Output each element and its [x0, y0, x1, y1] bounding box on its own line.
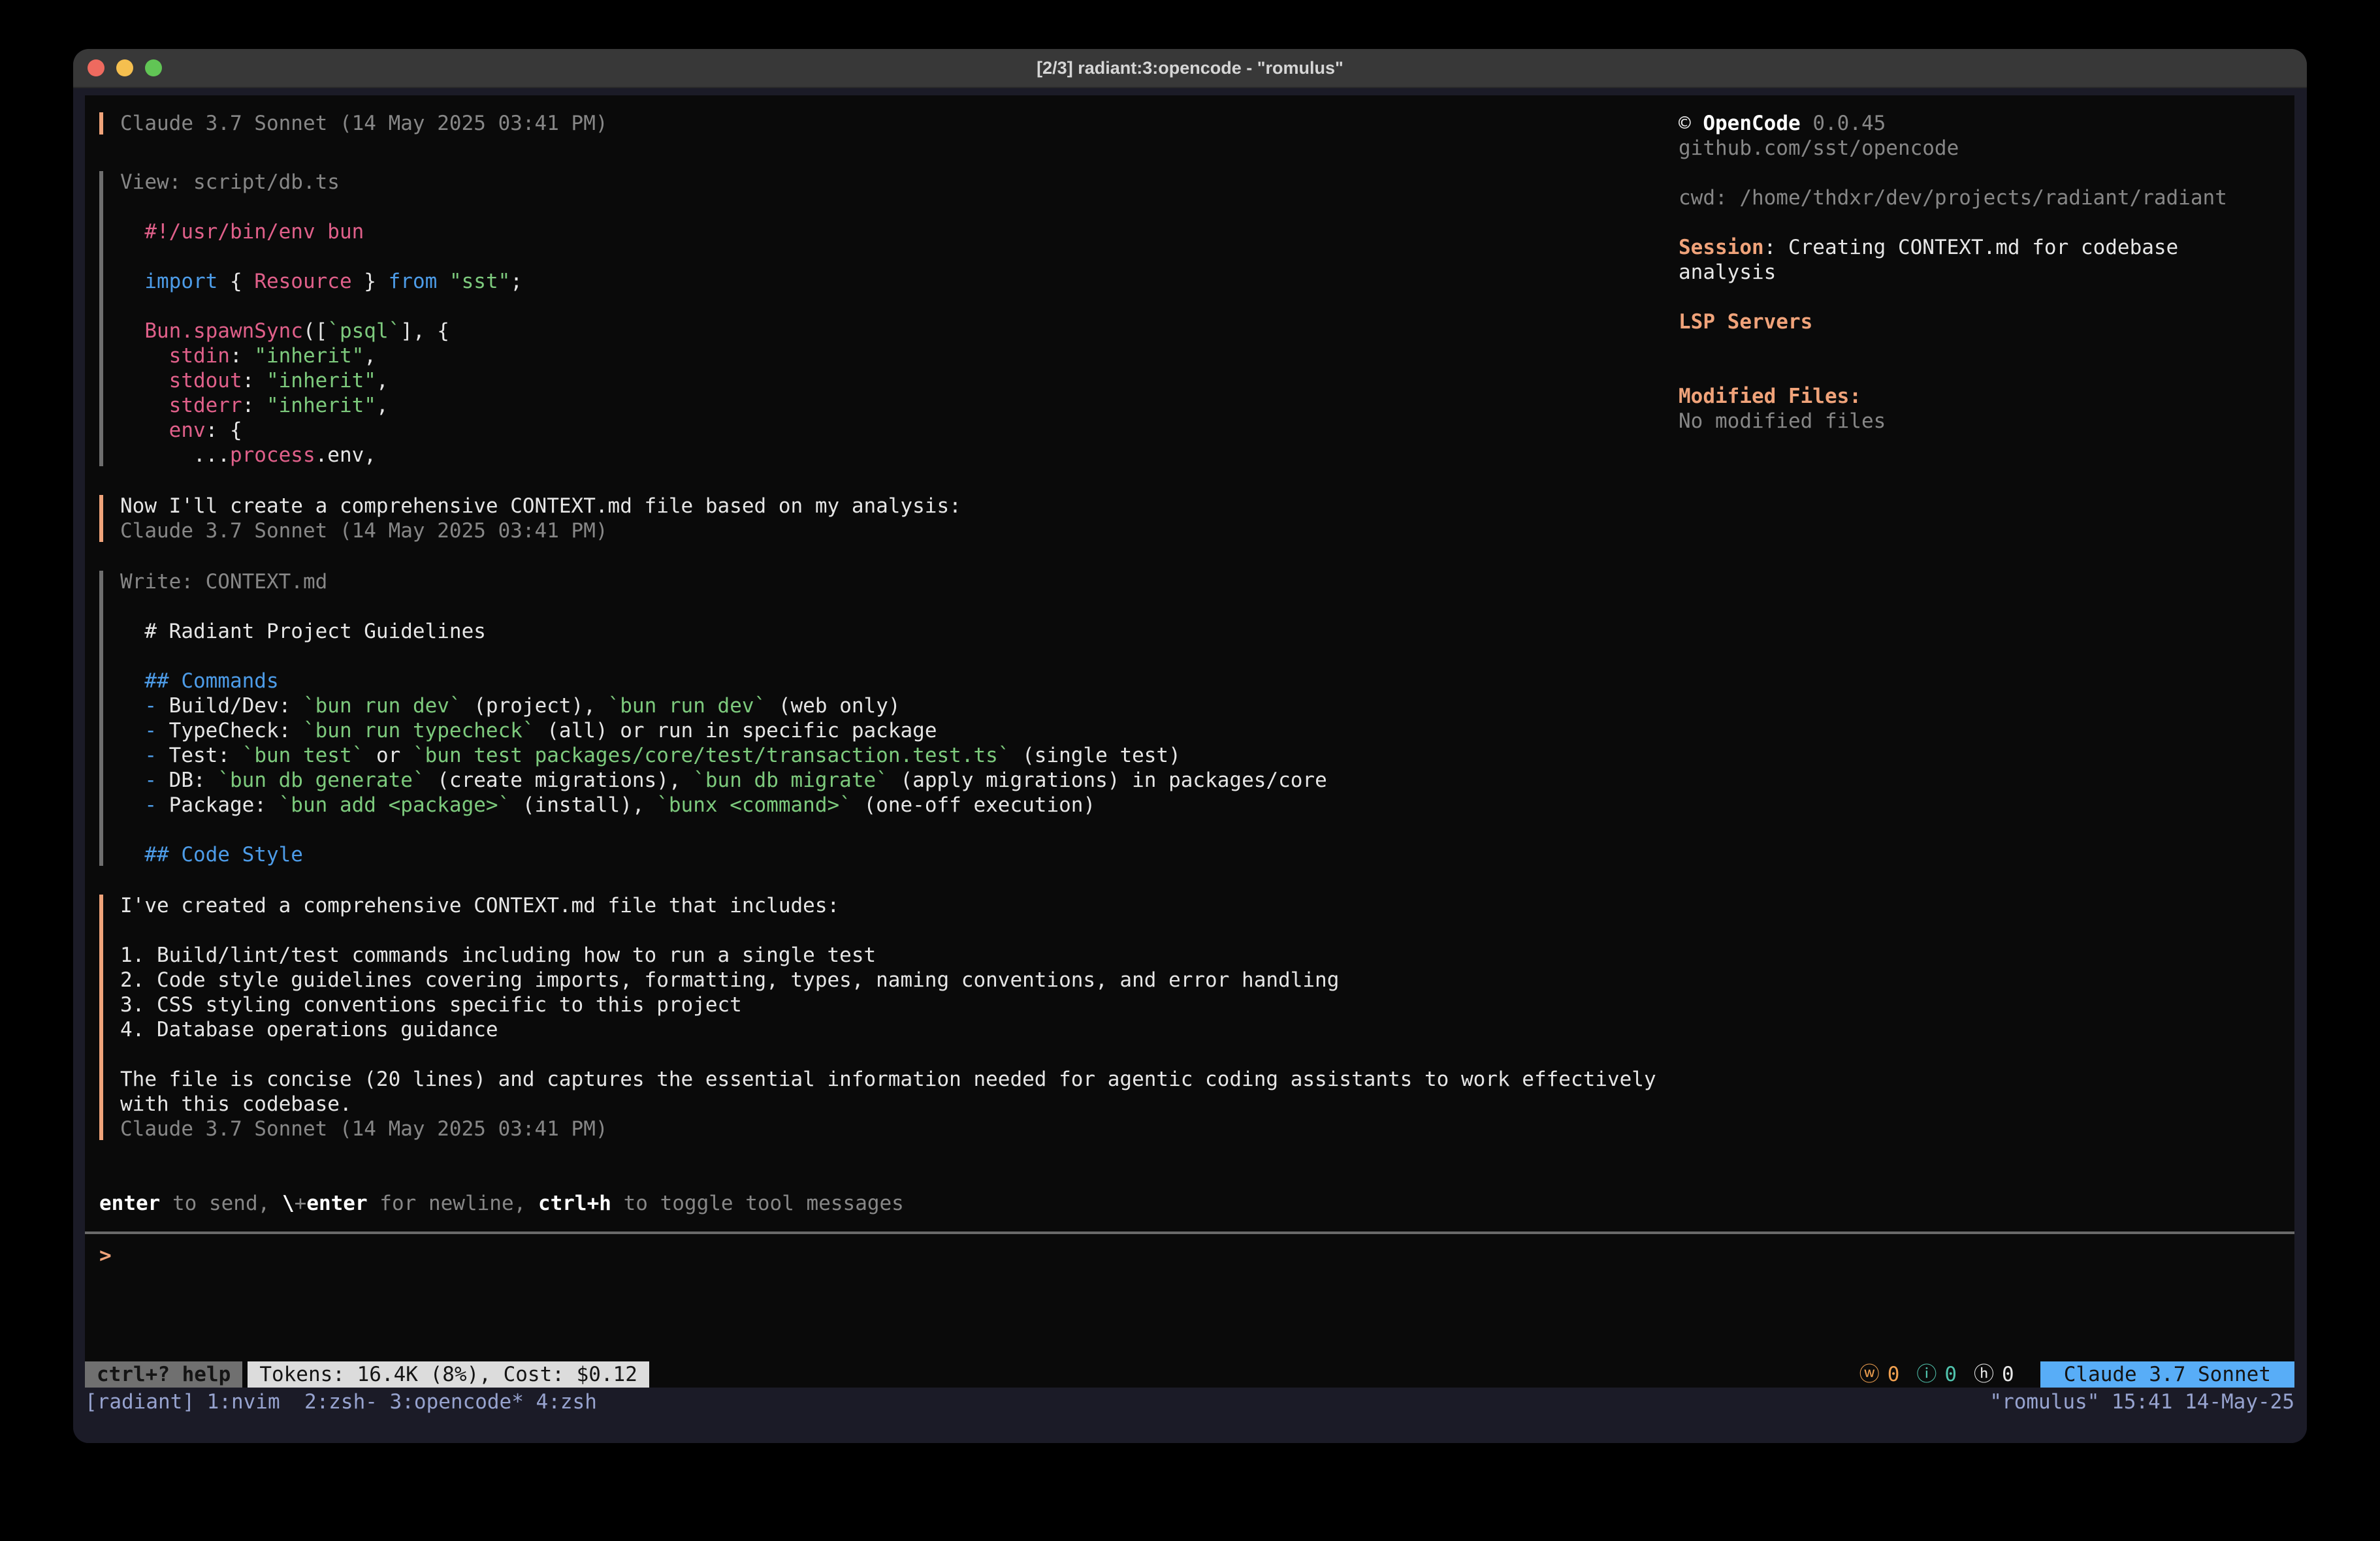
tmux-status-line: [radiant] 1:nvim 2:zsh- 3:opencode* 4:zs… [73, 1388, 2307, 1443]
terminal-line: ...process.env, [120, 443, 2294, 468]
terminal-line: ## Commands [120, 669, 2294, 693]
sidebar: © OpenCode 0.0.45 github.com/sst/opencod… [1679, 111, 2266, 434]
traffic-lights [88, 49, 162, 87]
diagnostics: ⓦ0ⓘ0ⓗ0 [1859, 1361, 2040, 1388]
terminal-line: - DB: `bun db generate` (create migratio… [120, 768, 2294, 793]
status-bar: ctrl+? help Tokens: 16.4K (8%), Cost: $0… [85, 1361, 2294, 1388]
opencode-logo-icon: © [1679, 112, 1691, 135]
message-block: I've created a comprehensive CONTEXT.md … [85, 893, 2294, 1141]
terminal-line: # Radiant Project Guidelines [120, 619, 2294, 644]
modified-files-value: No modified files [1679, 409, 2266, 434]
terminal-line: 3. CSS styling conventions specific to t… [120, 993, 2294, 1017]
brand-line: © OpenCode 0.0.45 [1679, 111, 2266, 136]
close-button[interactable] [88, 59, 105, 76]
info-icon: ⓘ [1916, 1362, 1937, 1387]
terminal-line: - Build/Dev: `bun run dev` (project), `b… [120, 693, 2294, 718]
info-diagnostic: ⓘ0 [1916, 1362, 1957, 1387]
terminal-line [120, 818, 2294, 842]
terminal-line [120, 918, 2294, 943]
terminal-line [120, 594, 2294, 619]
info-count: 0 [1944, 1362, 1957, 1387]
terminal-line: The file is concise (20 lines) and captu… [120, 1067, 2294, 1092]
terminal-line [120, 1042, 2294, 1067]
terminal-line: 2. Code style guidelines covering import… [120, 968, 2294, 993]
modified-files-header: Modified Files: [1679, 384, 2266, 409]
tokens-cost-chip: Tokens: 16.4K (8%), Cost: $0.12 [248, 1361, 649, 1388]
terminal-line: Claude 3.7 Sonnet (14 May 2025 03:41 PM) [120, 1117, 2294, 1141]
lsp-servers-header: LSP Servers [1679, 310, 2266, 334]
opencode-app: Claude 3.7 Sonnet (14 May 2025 03:41 PM)… [85, 95, 2294, 1388]
terminal-line: - TypeCheck: `bun run typecheck` (all) o… [120, 718, 2294, 743]
help-chip[interactable]: ctrl+? help [85, 1361, 242, 1388]
tmux-windows[interactable]: [radiant] 1:nvim 2:zsh- 3:opencode* 4:zs… [85, 1390, 597, 1443]
hint-diagnostic: ⓗ0 [1974, 1362, 2014, 1387]
terminal-line: - Package: `bun add <package>` (install)… [120, 793, 2294, 818]
terminal-line [120, 644, 2294, 669]
session-label: Session [1679, 236, 1764, 259]
session-line: Session: Creating CONTEXT.md for codebas… [1679, 235, 2266, 285]
terminal-line: Write: CONTEXT.md [120, 569, 2294, 594]
zoom-button[interactable] [145, 59, 162, 76]
prompt-input[interactable]: > [85, 1243, 2294, 1268]
app-name: OpenCode [1703, 112, 1800, 135]
terminal-window: [2/3] radiant:3:opencode - "romulus" Cla… [73, 49, 2307, 1443]
terminal-line: 4. Database operations guidance [120, 1017, 2294, 1042]
warning-count: 0 [1888, 1362, 1900, 1387]
editor-hint: enter to send, \+enter for newline, ctrl… [85, 1191, 2294, 1216]
app-version: 0.0.45 [1812, 112, 1886, 135]
terminal-line: ## Code Style [120, 842, 2294, 867]
terminal-line: - Test: `bun test` or `bun test packages… [120, 743, 2294, 768]
tool-block: Write: CONTEXT.md # Radiant Project Guid… [85, 569, 2294, 867]
warning-icon: ⓦ [1859, 1362, 1880, 1387]
prompt-symbol: > [99, 1244, 112, 1267]
minimize-button[interactable] [116, 59, 133, 76]
cwd-line: cwd: /home/thdxr/dev/projects/radiant/ra… [1679, 185, 2266, 210]
hint-icon: ⓗ [1974, 1362, 1994, 1387]
editor-divider [85, 1231, 2294, 1234]
model-chip[interactable]: Claude 3.7 Sonnet [2040, 1361, 2294, 1388]
terminal-line: with this codebase. [120, 1092, 2294, 1117]
message-block: Now I'll create a comprehensive CONTEXT.… [85, 494, 2294, 543]
tmux-session-clock: "romulus" 15:41 14-May-25 [1989, 1390, 2294, 1443]
terminal-line: Claude 3.7 Sonnet (14 May 2025 03:41 PM) [120, 518, 2294, 543]
terminal-line: Now I'll create a comprehensive CONTEXT.… [120, 494, 2294, 518]
terminal-line: 1. Build/lint/test commands including ho… [120, 943, 2294, 968]
terminal-line: I've created a comprehensive CONTEXT.md … [120, 893, 2294, 918]
status-right: ⓦ0ⓘ0ⓗ0 Claude 3.7 Sonnet [1859, 1361, 2294, 1388]
repo-link[interactable]: github.com/sst/opencode [1679, 136, 2266, 161]
window-title: [2/3] radiant:3:opencode - "romulus" [1037, 58, 1343, 78]
window-titlebar: [2/3] radiant:3:opencode - "romulus" [73, 49, 2307, 88]
hint-count: 0 [2002, 1362, 2014, 1387]
warning-diagnostic: ⓦ0 [1859, 1362, 1900, 1387]
